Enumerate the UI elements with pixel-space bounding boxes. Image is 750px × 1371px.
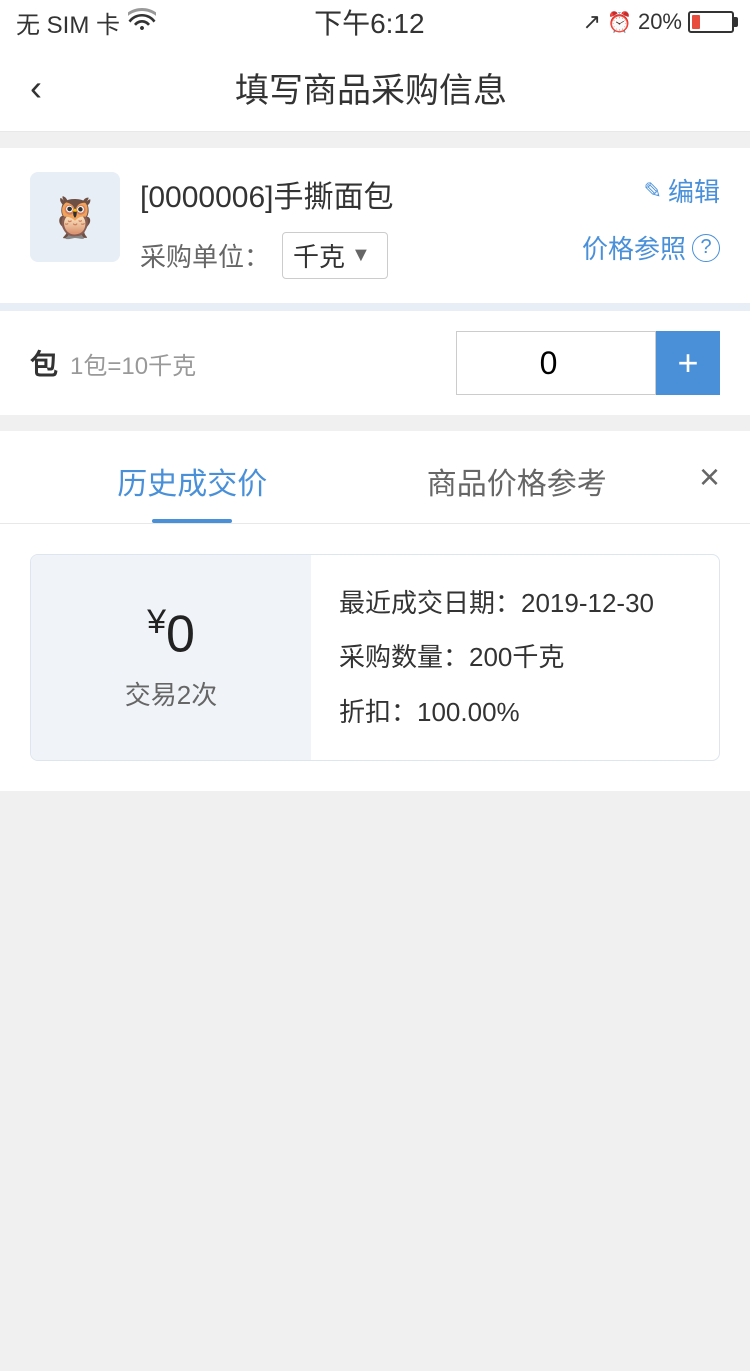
help-icon: ? <box>692 234 720 262</box>
status-bar: 无 SIM 卡 下午6:12 ↗ ⏰ 20% <box>0 0 750 44</box>
history-content: ¥0 交易2次 最近成交日期：2019-12-30 采购数量：200千克 折扣：… <box>0 524 750 791</box>
bottom-area <box>0 791 750 1371</box>
detail-qty-value: 200千克 <box>469 642 564 672</box>
unit-value: 千克 <box>293 237 345 274</box>
quantity-label: 包 1包=10千克 <box>30 343 196 383</box>
price-ref-label: 价格参照 <box>582 229 686 266</box>
product-logo-icon: 🦉 <box>50 194 100 241</box>
price-reference-button[interactable]: 价格参照 ? <box>582 229 720 266</box>
detail-date-key: 最近成交日期： <box>339 588 521 618</box>
history-detail-quantity: 采购数量：200千克 <box>339 639 691 675</box>
detail-discount-value: 100.00% <box>417 697 520 727</box>
history-card: ¥0 交易2次 最近成交日期：2019-12-30 采购数量：200千克 折扣：… <box>30 554 720 761</box>
divider <box>0 303 750 311</box>
tabs: 历史成交价 商品价格参考 × <box>0 431 750 524</box>
quantity-control: + <box>456 331 720 395</box>
tab-history-price[interactable]: 历史成交价 <box>30 431 354 523</box>
wifi-icon <box>128 8 156 37</box>
product-header: 🦉 [0000006]手撕面包 采购单位： 千克 ▼ ✎ 编辑 价格参照 <box>30 172 720 279</box>
detail-qty-key: 采购数量： <box>339 642 469 672</box>
history-price-section: ¥0 交易2次 <box>31 555 311 760</box>
history-price-value: ¥0 <box>147 603 195 664</box>
sim-label: 无 SIM 卡 <box>16 5 120 40</box>
tab-section: 历史成交价 商品价格参考 × ¥0 交易2次 最近成交日期：2019-12-30… <box>0 431 750 791</box>
status-time: 下午6:12 <box>314 2 425 42</box>
status-right: ↗ ⏰ 20% <box>583 9 734 35</box>
history-detail-discount: 折扣：100.00% <box>339 694 691 730</box>
history-detail-date: 最近成交日期：2019-12-30 <box>339 585 691 621</box>
product-info: [0000006]手撕面包 采购单位： 千克 ▼ <box>140 172 582 279</box>
location-icon: ↗ <box>583 9 601 35</box>
purchase-unit-label: 采购单位： <box>140 237 270 274</box>
product-card: 🦉 [0000006]手撕面包 采购单位： 千克 ▼ ✎ 编辑 价格参照 <box>0 148 750 303</box>
quantity-unit-desc: 1包=10千克 <box>70 346 196 381</box>
product-left: 🦉 [0000006]手撕面包 采购单位： 千克 ▼ <box>30 172 582 279</box>
quantity-unit-name: 包 <box>30 343 58 383</box>
currency-symbol: ¥ <box>147 603 166 641</box>
product-name: [0000006]手撕面包 <box>140 172 582 216</box>
dropdown-arrow-icon: ▼ <box>351 244 371 267</box>
battery-icon <box>688 11 734 33</box>
quantity-plus-button[interactable]: + <box>656 331 720 395</box>
quantity-row: 包 1包=10千克 + <box>0 311 750 415</box>
product-unit-row: 采购单位： 千克 ▼ <box>140 232 582 279</box>
detail-date-value: 2019-12-30 <box>521 588 654 618</box>
status-left: 无 SIM 卡 <box>16 5 156 40</box>
alarm-icon: ⏰ <box>607 10 632 35</box>
battery-percent: 20% <box>638 9 682 35</box>
back-button[interactable]: ‹ <box>30 67 42 109</box>
battery-fill <box>692 15 700 29</box>
history-details-section: 最近成交日期：2019-12-30 采购数量：200千克 折扣：100.00% <box>311 555 719 760</box>
edit-button[interactable]: ✎ 编辑 <box>644 172 720 209</box>
history-trades-count: 交易2次 <box>125 675 217 712</box>
edit-label: 编辑 <box>668 172 720 209</box>
detail-discount-key: 折扣： <box>339 697 417 727</box>
quantity-input[interactable] <box>456 331 656 395</box>
page-title: 填写商品采购信息 <box>62 63 680 112</box>
tab-product-price[interactable]: 商品价格参考 <box>354 431 678 523</box>
edit-icon: ✎ <box>644 178 662 204</box>
tab-close-button[interactable]: × <box>679 436 720 518</box>
nav-bar: ‹ 填写商品采购信息 <box>0 44 750 132</box>
unit-select[interactable]: 千克 ▼ <box>282 232 388 279</box>
product-thumbnail: 🦉 <box>30 172 120 262</box>
